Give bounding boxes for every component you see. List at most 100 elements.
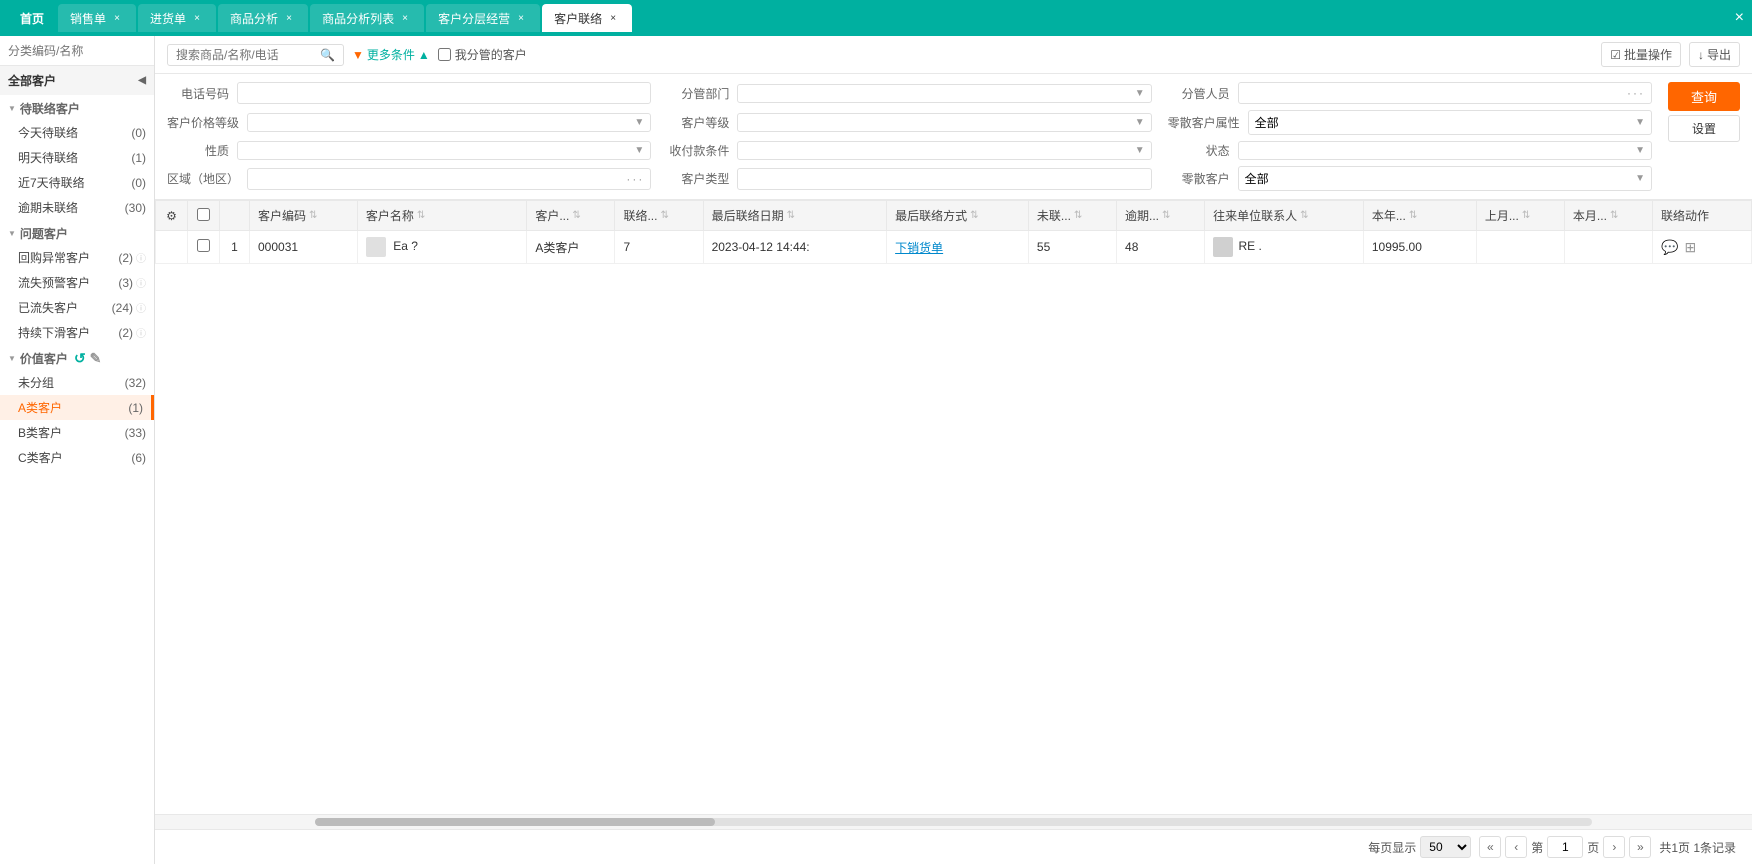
td-this-month [1564,231,1652,264]
value-customers-group[interactable]: ▼ 价值客户 ↺ ✎ [0,345,154,370]
person-field[interactable] [1245,86,1627,100]
last-page-btn[interactable]: » [1629,836,1651,858]
first-page-btn[interactable]: « [1479,836,1501,858]
close-all-tabs[interactable]: × [1735,9,1744,27]
tab-customer-contact[interactable]: 客户联络 × [542,4,632,32]
th-this-month[interactable]: 本月... ⇅ [1564,201,1652,231]
sidebar-item-declining[interactable]: 持续下滑客户 (2) ⓘ [0,320,154,345]
tab-home[interactable]: 首页 [8,4,56,32]
sidebar-item-a-customers[interactable]: A类客户 (1) [0,395,154,420]
sidebar-item-repurchase-abnormal[interactable]: 回购异常客户 (2) ⓘ [0,245,154,270]
phone-input[interactable] [237,82,651,104]
status-chevron-icon: ▼ [1635,145,1645,156]
price-level-select[interactable]: ▼ [247,113,651,132]
region-input[interactable]: ··· [247,168,651,190]
person-dots-icon[interactable]: ··· [1627,86,1645,100]
grid-action-icon[interactable]: ⊞ [1684,239,1696,256]
th-checkbox[interactable] [188,201,220,231]
phone-field[interactable] [244,86,644,100]
th-last-contact-method[interactable]: 最后联络方式 ⇅ [887,201,1029,231]
pending-contact-group[interactable]: ▼ 待联络客户 [0,95,154,120]
tab-sales[interactable]: 销售单 × [58,4,136,32]
sidebar-item-c-customers[interactable]: C类客户 (6) [0,445,154,470]
close-customer-contact-tab[interactable]: × [606,11,620,25]
close-sales-tab[interactable]: × [110,11,124,25]
dept-select[interactable]: ▼ [737,84,1151,103]
search-input[interactable] [176,48,316,62]
customer-level-select[interactable]: ▼ [737,113,1151,132]
prev-page-btn[interactable]: ‹ [1505,836,1527,858]
sidebar-item-7day-pending[interactable]: 近7天待联络 (0) [0,170,154,195]
my-customers-checkbox[interactable] [438,48,451,61]
sidebar-item-ungrouped[interactable]: 未分组 (32) [0,370,154,395]
sidebar-item-churn-warning[interactable]: 流失预警客户 (3) ⓘ [0,270,154,295]
sidebar-item-tomorrow-pending[interactable]: 明天待联络 (1) [0,145,154,170]
th-overdue[interactable]: 逾期... ⇅ [1117,201,1205,231]
th-last-month[interactable]: 上月... ⇅ [1476,201,1564,231]
customer-type-field[interactable] [744,172,1144,186]
refresh-icon[interactable]: ↺ [74,350,86,367]
close-product-list-tab[interactable]: × [398,11,412,25]
close-purchase-tab[interactable]: × [190,11,204,25]
settings-button[interactable]: 设置 [1668,115,1740,142]
th-this-year[interactable]: 本年... ⇅ [1363,201,1476,231]
all-customers-section[interactable]: 全部客户 ◀ [0,66,154,95]
dept-label: 分管部门 [667,85,737,102]
sidebar-item-overdue-contact[interactable]: 逾期未联络 (30) [0,195,154,220]
nature-select[interactable]: ▼ [237,141,651,160]
select-all-checkbox[interactable] [197,208,210,221]
table-area: ⚙ 客户编码 ⇅ [155,200,1752,814]
region-field[interactable] [254,172,626,186]
tab-product-analysis[interactable]: 商品分析 × [218,4,308,32]
tab-customer-segment[interactable]: 客户分层经营 × [426,4,540,32]
retail-attr-select[interactable]: 全部 ▼ [1248,110,1652,135]
more-filters-btn[interactable]: ▼ 更多条件 ▲ [352,46,430,63]
td-last-contact-method[interactable]: 下销货单 [887,231,1029,264]
tab-product-list[interactable]: 商品分析列表 × [310,4,424,32]
th-name[interactable]: 客户名称 ⇅ [357,201,526,231]
payment-select[interactable]: ▼ [737,141,1151,160]
row-checkbox[interactable] [197,239,210,252]
th-gear[interactable]: ⚙ [156,201,188,231]
search-icon[interactable]: 🔍 [320,48,335,62]
per-page-selector: 每页显示 50 100 200 [1368,836,1471,858]
sidebar-item-b-customers[interactable]: B类客户 (33) [0,420,154,445]
sidebar-item-today-pending[interactable]: 今天待联络 (0) [0,120,154,145]
per-page-select[interactable]: 50 100 200 [1420,836,1471,858]
region-dots-icon[interactable]: ··· [626,172,644,186]
query-button[interactable]: 查询 [1668,82,1740,111]
td-overdue: 48 [1117,231,1205,264]
td-checkbox[interactable] [188,231,220,264]
page-input[interactable] [1547,836,1583,858]
scrollbar-track[interactable] [315,818,1592,826]
close-product-analysis-tab[interactable]: × [282,11,296,25]
customer-type-input[interactable] [737,168,1151,190]
export-button[interactable]: ↓ 导出 [1689,42,1740,67]
filter-customer-type: 客户类型 [659,168,1159,190]
sidebar-search-input[interactable] [8,44,155,58]
chat-action-icon[interactable]: 💬 [1661,239,1678,256]
tab-purchase[interactable]: 进货单 × [138,4,216,32]
th-name-label: 客户名称 [366,207,414,224]
retail-customer-select[interactable]: 全部 ▼ [1238,166,1652,191]
th-not-contacted[interactable]: 未联... ⇅ [1028,201,1116,231]
th-contact[interactable]: 联络... ⇅ [615,201,703,231]
last-contact-method-link[interactable]: 下销货单 [895,241,943,255]
close-customer-segment-tab[interactable]: × [514,11,528,25]
th-this-month-label: 本月... [1573,207,1607,224]
horizontal-scrollbar[interactable] [155,814,1752,829]
th-code-sort-icon: ⇅ [309,210,317,221]
th-code[interactable]: 客户编码 ⇅ [250,201,358,231]
th-company-contact[interactable]: 往来单位联系人 ⇅ [1205,201,1364,231]
th-customer-level[interactable]: 客户... ⇅ [527,201,615,231]
status-select[interactable]: ▼ [1238,141,1652,160]
sidebar-item-churned[interactable]: 已流失客户 (24) ⓘ [0,295,154,320]
person-input[interactable]: ··· [1238,82,1652,104]
collapse-sidebar-icon[interactable]: ◀ [138,75,146,86]
batch-op-button[interactable]: ☑ 批量操作 [1601,42,1681,67]
edit-icon[interactable]: ✎ [90,350,102,367]
problem-customers-group[interactable]: ▼ 问题客户 [0,220,154,245]
scrollbar-thumb[interactable] [315,818,715,826]
next-page-btn[interactable]: › [1603,836,1625,858]
th-last-contact-date[interactable]: 最后联络日期 ⇅ [703,201,887,231]
